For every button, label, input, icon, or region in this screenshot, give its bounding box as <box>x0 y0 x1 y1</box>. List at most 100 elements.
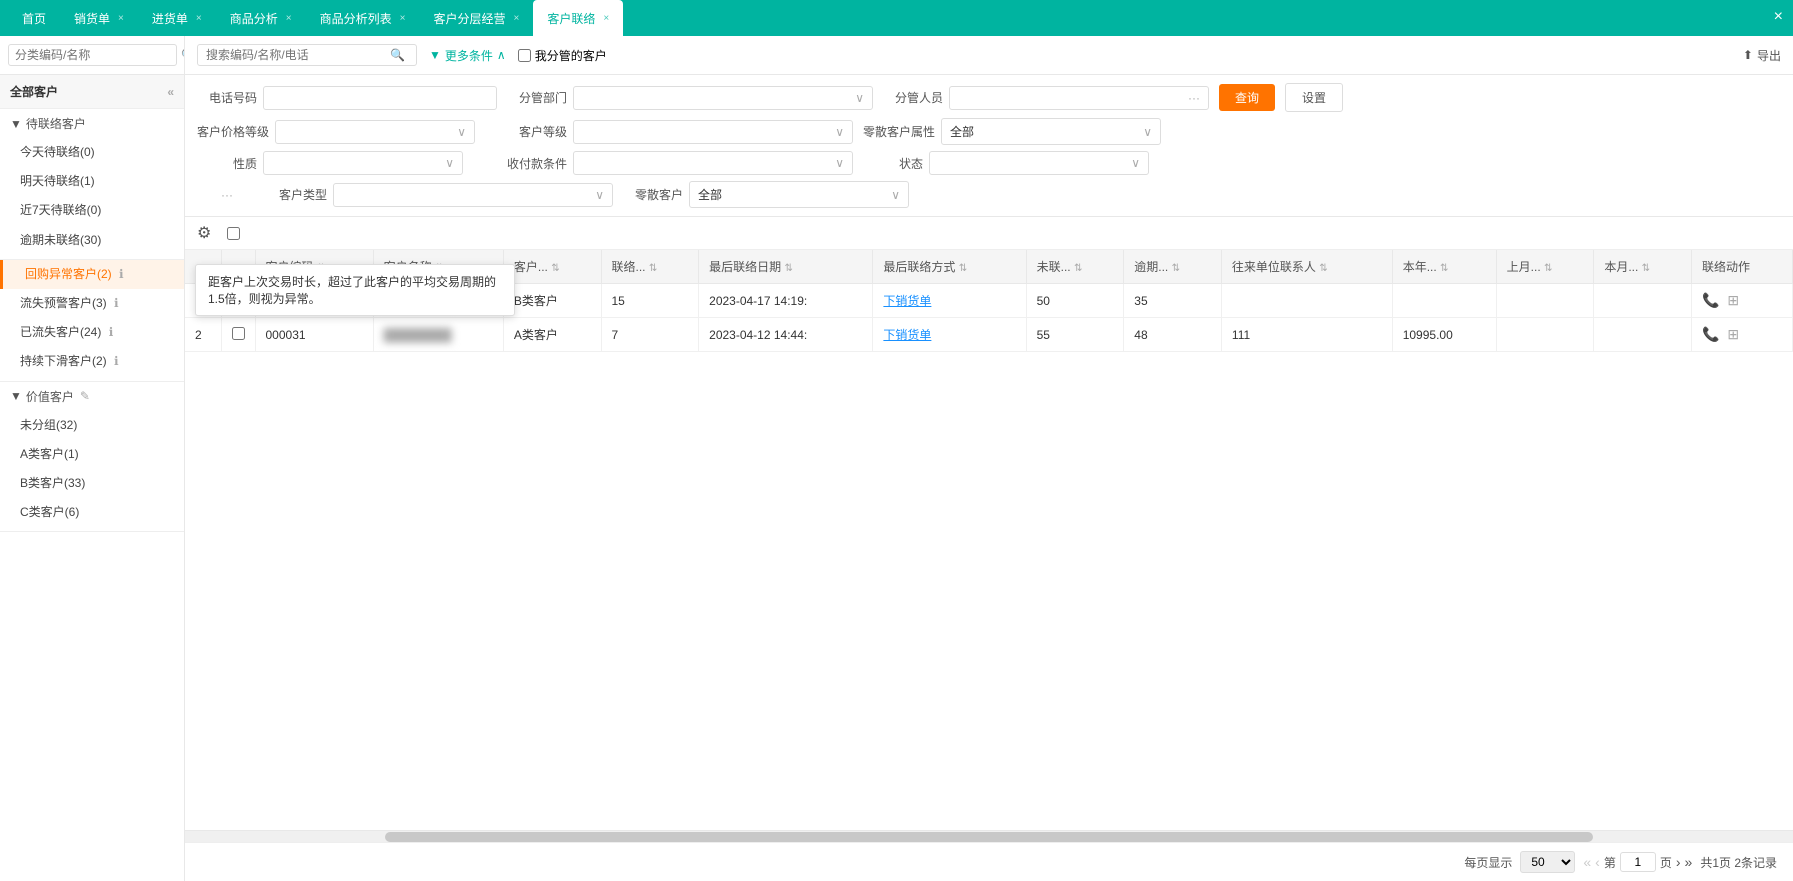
retail-customer-select[interactable]: 全部 ∨ <box>689 181 909 208</box>
th-contact: 联络... ⇅ <box>601 250 699 284</box>
main-search-input[interactable] <box>206 48 386 62</box>
customer-type-select[interactable]: ∨ <box>333 183 613 207</box>
sidebar-item-declining[interactable]: 持续下滑客户(2) ℹ <box>0 347 184 376</box>
per-page-select[interactable]: 50 20 100 <box>1520 851 1575 873</box>
collapse-icon[interactable]: « <box>167 85 174 99</box>
status-select[interactable]: ∨ <box>929 151 1149 175</box>
my-customers-checkbox[interactable]: 我分管的客户 <box>518 47 607 64</box>
retail-attr-val: 全部 <box>950 123 974 140</box>
tab-customer-tier[interactable]: 客户分层经营 × <box>419 0 533 36</box>
row2-code: 000031 <box>255 318 373 352</box>
sidebar-item-ungrouped[interactable]: 未分组(32) <box>0 411 184 440</box>
sidebar-item-b-class[interactable]: B类客户(33) <box>0 469 184 498</box>
dept-select[interactable]: ∨ <box>573 86 873 110</box>
tooltip-box: 距客户上次交易时长，超过了此客户的平均交易周期的1.5倍，则视为异常。 <box>195 264 515 316</box>
sidebar-item-repurchase-anomaly[interactable]: 回购异常客户(2) ℹ <box>0 260 184 289</box>
right-content: 距客户上次交易时长，超过了此客户的平均交易周期的1.5倍，则视为异常。 🔍 ▼ … <box>185 36 1793 881</box>
row2-last-date: 2023-04-12 14:44: <box>699 318 873 352</box>
sidebar-item-tomorrow[interactable]: 明天待联络(1) <box>0 167 184 196</box>
tab-customer-contact[interactable]: 客户联络 × <box>533 0 623 36</box>
sidebar-item-churn-warning[interactable]: 流失预警客户(3) ℹ <box>0 289 184 318</box>
value-customer-group: ▼ 价值客户 ✎ 未分组(32) A类客户(1) B类客户(33) C类客户(6… <box>0 382 184 533</box>
row1-action: 📞 ⊞ <box>1691 284 1792 318</box>
close-analysis-tab[interactable]: × <box>286 13 292 24</box>
value-customer-header[interactable]: ▼ 价值客户 ✎ <box>0 382 184 411</box>
grade-select[interactable]: ∨ <box>573 120 853 144</box>
horizontal-scrollbar[interactable] <box>185 830 1793 842</box>
sidebar-item-c-class[interactable]: C类客户(6) <box>0 498 184 527</box>
edit-icon[interactable]: ✎ <box>80 389 90 403</box>
settings-button[interactable]: 设置 <box>1285 83 1343 112</box>
retail-customer-label: 零散客户 <box>623 186 683 203</box>
more-dots[interactable]: ··· <box>221 188 233 202</box>
close-sales-tab[interactable]: × <box>118 13 124 24</box>
payment-select[interactable]: ∨ <box>573 151 853 175</box>
close-customer-tier-tab[interactable]: × <box>513 13 519 24</box>
wait-contact-header[interactable]: ▼ 待联络客户 <box>0 109 184 138</box>
table-settings-icon[interactable]: ⚙ <box>197 223 211 243</box>
payment-label: 收付款条件 <box>507 155 567 172</box>
wait-contact-label: 待联络客户 <box>26 115 86 132</box>
row1-action-icons: 📞 ⊞ <box>1702 292 1782 309</box>
row1-last-way[interactable]: 下销货单 <box>873 284 1026 318</box>
my-customers-check[interactable] <box>518 49 531 62</box>
retail-customer-val: 全部 <box>698 186 722 203</box>
row2-last-way[interactable]: 下销货单 <box>873 318 1026 352</box>
last-page-btn[interactable]: » <box>1685 854 1693 870</box>
dept-label: 分管部门 <box>507 89 567 106</box>
row2-last-month <box>1496 318 1594 352</box>
sidebar-item-a-class[interactable]: A类客户(1) <box>0 440 184 469</box>
phone-input[interactable] <box>263 86 497 110</box>
main-search-icon[interactable]: 🔍 <box>390 48 405 62</box>
current-page-input[interactable] <box>1620 852 1656 872</box>
row2-grade: A类客户 <box>503 318 601 352</box>
scroll-thumb[interactable] <box>385 832 1593 842</box>
sidebar-item-churned[interactable]: 已流失客户(24) ℹ <box>0 318 184 347</box>
row1-overdue: 35 <box>1124 284 1222 318</box>
info-icon: ℹ <box>119 267 124 281</box>
close-customer-contact-tab[interactable]: × <box>603 13 609 24</box>
select-all-checkbox[interactable] <box>227 227 240 240</box>
tab-home[interactable]: 首页 <box>8 0 60 36</box>
price-grade-select[interactable]: ∨ <box>275 120 475 144</box>
tab-sales[interactable]: 销货单 × <box>60 0 138 36</box>
tab-purchase[interactable]: 进货单 × <box>138 0 216 36</box>
row2-grid-icon[interactable]: ⊞ <box>1727 326 1739 343</box>
table-wrap[interactable]: 客户编码 ⇅ 客户名称 ⇅ 客户... ⇅ 联络... ⇅ 最后联络日期 ⇅ 最… <box>185 250 1793 830</box>
close-purchase-tab[interactable]: × <box>196 13 202 24</box>
th-action: 联络动作 <box>1691 250 1792 284</box>
more-conditions-btn[interactable]: ▼ 更多条件 ∧ <box>429 47 506 64</box>
sidebar-item-overdue[interactable]: 逾期未联络(30) <box>0 226 184 255</box>
row2-check[interactable] <box>221 318 255 352</box>
filter-icon: ▼ <box>429 48 441 62</box>
next-page-btn[interactable]: › <box>1676 854 1681 870</box>
row2-no: 2 <box>185 318 221 352</box>
tab-analysis-list[interactable]: 商品分析列表 × <box>306 0 420 36</box>
status-label: 状态 <box>863 155 923 172</box>
close-all-btn[interactable]: × <box>1774 8 1783 26</box>
row2-action: 📞 ⊞ <box>1691 318 1792 352</box>
manager-select[interactable]: ··· <box>949 86 1209 110</box>
query-button[interactable]: 查询 <box>1219 84 1275 111</box>
prev-page-btn[interactable]: ‹ <box>1595 854 1600 870</box>
nature-select[interactable]: ∨ <box>263 151 463 175</box>
all-customers-header[interactable]: 全部客户 « <box>0 75 184 109</box>
row1-grid-icon[interactable]: ⊞ <box>1727 292 1739 309</box>
sidebar-item-7days[interactable]: 近7天待联络(0) <box>0 196 184 225</box>
tab-analysis[interactable]: 商品分析 × <box>216 0 306 36</box>
sidebar-search-input[interactable] <box>8 44 177 66</box>
close-analysis-list-tab[interactable]: × <box>400 13 406 24</box>
row2-phone-icon[interactable]: 📞 <box>1702 326 1719 343</box>
row1-phone-icon[interactable]: 📞 <box>1702 292 1719 309</box>
first-page-btn[interactable]: « <box>1583 854 1591 870</box>
row1-last-date: 2023-04-17 14:19: <box>699 284 873 318</box>
export-btn[interactable]: ⬆ 导出 <box>1743 47 1781 64</box>
grade-label: 客户等级 <box>507 123 567 140</box>
row2-name: ████████ <box>373 318 503 352</box>
retail-attr-select[interactable]: 全部 ∨ <box>941 118 1161 145</box>
row1-contact: 15 <box>601 284 699 318</box>
sidebar-item-today[interactable]: 今天待联络(0) <box>0 138 184 167</box>
field-grade: 客户等级 ∨ <box>507 120 853 144</box>
value-customer-label: 价值客户 <box>26 388 74 405</box>
table-toolbar: ⚙ <box>185 217 1793 250</box>
